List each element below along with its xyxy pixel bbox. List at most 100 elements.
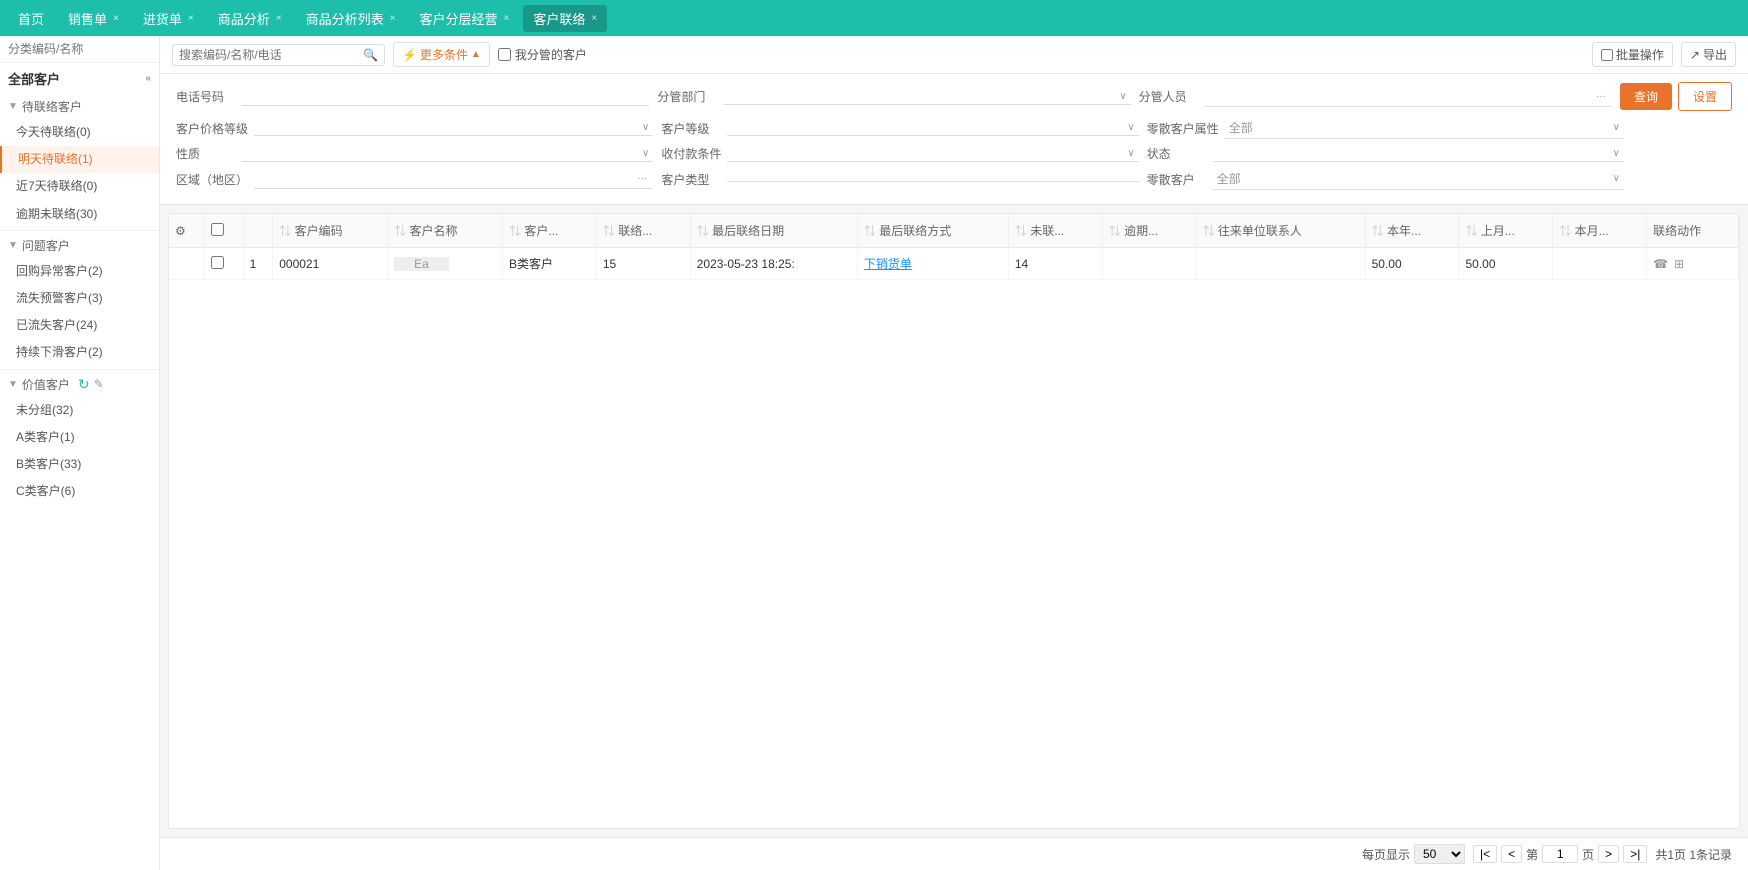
export-button[interactable]: ↗ 导出 (1681, 42, 1736, 67)
customer-level-select[interactable]: ∨ (727, 120, 1138, 136)
sidebar-item-class-c[interactable]: C类客户(6) (0, 478, 159, 505)
nav-product-analysis[interactable]: 商品分析 × (208, 5, 292, 32)
sort-icon: ⇅ (509, 224, 521, 238)
settings-column-header[interactable]: ⚙ (169, 214, 204, 248)
all-customers-header[interactable]: 全部客户 « (0, 63, 159, 94)
more-action-icon[interactable]: ⊞ (1674, 257, 1684, 271)
nav-home[interactable]: 首页 (8, 5, 54, 32)
payment-select[interactable]: ∨ (727, 146, 1138, 162)
toolbar: 🔍 ⚡ 更多条件 ▲ 我分管的客户 批量操作 ↗ 导出 (160, 36, 1748, 74)
last-method-column-header[interactable]: ⇅ 最后联络方式 (857, 214, 1008, 248)
sidebar-item-7day-pending[interactable]: 近7天待联络(0) (0, 173, 159, 200)
close-icon[interactable]: × (113, 13, 119, 24)
phone-input[interactable] (242, 87, 649, 106)
row-last-date-cell: 2023-05-23 18:25: (690, 248, 857, 280)
my-customers-checkbox-label[interactable]: 我分管的客户 (498, 46, 587, 63)
sidebar-item-today-pending[interactable]: 今天待联络(0) (0, 119, 159, 146)
pending-group-label[interactable]: ▼ 待联络客户 (0, 94, 159, 119)
sidebar-item-overdue-pending[interactable]: 逾期未联络(30) (0, 201, 159, 228)
more-filter-button[interactable]: ⚡ 更多条件 ▲ (393, 42, 490, 67)
row-name-cell: Ea (388, 248, 503, 280)
last-date-column-header[interactable]: ⇅ 最后联络日期 (690, 214, 857, 248)
select-all-checkbox[interactable] (211, 223, 224, 236)
close-icon[interactable]: × (276, 13, 282, 24)
more-icon[interactable]: ··· (1594, 89, 1608, 104)
gender-select[interactable]: ∨ (242, 146, 653, 162)
sort-icon: ⇅ (1465, 224, 1477, 238)
settings-button[interactable]: 设置 (1678, 82, 1732, 111)
value-group-label[interactable]: ▼ 价值客户 ↻ ✎ (0, 372, 159, 397)
problem-group-label[interactable]: ▼ 问题客户 (0, 233, 159, 258)
next-page-button[interactable]: > (1598, 845, 1619, 863)
last-month-column-header[interactable]: ⇅ 上月... (1459, 214, 1553, 248)
customer-table: ⚙ ⇅ 客户编码 ⇅ 客户名称 ⇅ 客户... (169, 214, 1739, 280)
sidebar-item-tomorrow-pending[interactable]: 明天待联络(1) (0, 146, 159, 173)
prev-page-button[interactable]: < (1501, 845, 1522, 863)
row-this-month-cell (1553, 248, 1647, 280)
nav-purchase-order[interactable]: 进货单 × (133, 5, 204, 32)
more-icon[interactable]: ··· (635, 171, 649, 186)
sidebar-item-class-a[interactable]: A类客户(1) (0, 424, 159, 451)
uncontacted-column-header[interactable]: ⇅ 未联... (1008, 214, 1102, 248)
arrow-down-icon: ▼ (8, 240, 18, 251)
sidebar-item-repurchase-abnormal[interactable]: 回购异常客户(2) (0, 258, 159, 285)
row-checkbox-cell[interactable] (204, 248, 243, 280)
batch-checkbox[interactable] (1601, 49, 1613, 61)
first-page-button[interactable]: |< (1473, 845, 1497, 863)
close-icon[interactable]: × (390, 13, 396, 24)
contact-icon[interactable]: ☎ (1653, 257, 1668, 271)
table-row: 1 000021 Ea B类客户 15 2023-05-23 18:25: 下销… (169, 248, 1739, 280)
close-icon[interactable]: × (591, 13, 597, 24)
search-box: 🔍 (172, 44, 385, 66)
region-select[interactable]: ··· (254, 169, 653, 189)
this-year-column-header[interactable]: ⇅ 本年... (1365, 214, 1459, 248)
nav-sales-order[interactable]: 销售单 × (58, 5, 129, 32)
batch-operations-button[interactable]: 批量操作 (1592, 42, 1673, 67)
chevron-down-icon: ∨ (1613, 148, 1620, 159)
close-icon[interactable]: × (188, 13, 194, 24)
search-icon[interactable]: 🔍 (363, 48, 378, 62)
sidebar-item-class-b[interactable]: B类客户(33) (0, 451, 159, 478)
status-select[interactable]: ∨ (1213, 146, 1624, 162)
refresh-icon[interactable]: ↻ (78, 376, 90, 393)
sidebar-item-churn-warning[interactable]: 流失预警客户(3) (0, 285, 159, 312)
query-button[interactable]: 查询 (1620, 83, 1672, 110)
nav-customer-tier[interactable]: 客户分层经营 × (409, 5, 519, 32)
sidebar-item-declining[interactable]: 持续下滑客户(2) (0, 339, 159, 366)
sidebar-item-churned[interactable]: 已流失客户(24) (0, 312, 159, 339)
nav-customer-contact[interactable]: 客户联络 × (523, 5, 607, 32)
overdue-column-header[interactable]: ⇅ 逾期... (1102, 214, 1196, 248)
filter-row-4: 区域（地区） ··· 客户类型 零散客户 全部 ∨ (176, 168, 1732, 190)
checkbox-column-header[interactable] (204, 214, 243, 248)
arrow-icon: ▼ (8, 379, 18, 390)
contacts-column-header[interactable]: ⇅ 联络... (596, 214, 690, 248)
nav-product-analysis-list[interactable]: 商品分析列表 × (296, 5, 406, 32)
page-size-select[interactable]: 20 50 100 200 (1414, 844, 1465, 864)
type-column-header[interactable]: ⇅ 客户... (503, 214, 597, 248)
edit-icon[interactable]: ✎ (94, 377, 104, 391)
chevron-up-icon: ▲ (471, 49, 481, 60)
price-level-select[interactable]: ∨ (254, 120, 653, 136)
this-month-column-header[interactable]: ⇅ 本月... (1553, 214, 1647, 248)
last-page-button[interactable]: >| (1623, 845, 1647, 863)
sidebar-divider (0, 230, 159, 231)
row-last-method-cell[interactable]: 下销货单 (857, 248, 1008, 280)
table-header-row: ⚙ ⇅ 客户编码 ⇅ 客户名称 ⇅ 客户... (169, 214, 1739, 248)
name-column-header[interactable]: ⇅ 客户名称 (388, 214, 503, 248)
customer-type-select[interactable] (727, 177, 1138, 182)
retail-attr-select[interactable]: 全部 ∨ (1225, 117, 1624, 139)
my-customers-checkbox[interactable] (498, 48, 511, 61)
dept-select[interactable]: ∨ (723, 89, 1130, 105)
search-input[interactable] (179, 48, 359, 62)
sidebar-search-input[interactable] (8, 42, 160, 56)
unit-contact-column-header[interactable]: ⇅ 往来单位联系人 (1196, 214, 1365, 248)
page-number-input[interactable]: 1 (1542, 845, 1578, 863)
close-icon[interactable]: × (503, 13, 509, 24)
row-checkbox[interactable] (211, 256, 224, 269)
manager-select[interactable]: ··· (1205, 87, 1612, 107)
filter-row-3: 性质 ∨ 收付款条件 ∨ 状态 (176, 145, 1732, 162)
code-column-header[interactable]: ⇅ 客户编码 (273, 214, 388, 248)
retail-customer-select[interactable]: 全部 ∨ (1213, 168, 1624, 190)
sidebar-item-ungrouped[interactable]: 未分组(32) (0, 397, 159, 424)
last-method-link[interactable]: 下销货单 (864, 257, 912, 271)
